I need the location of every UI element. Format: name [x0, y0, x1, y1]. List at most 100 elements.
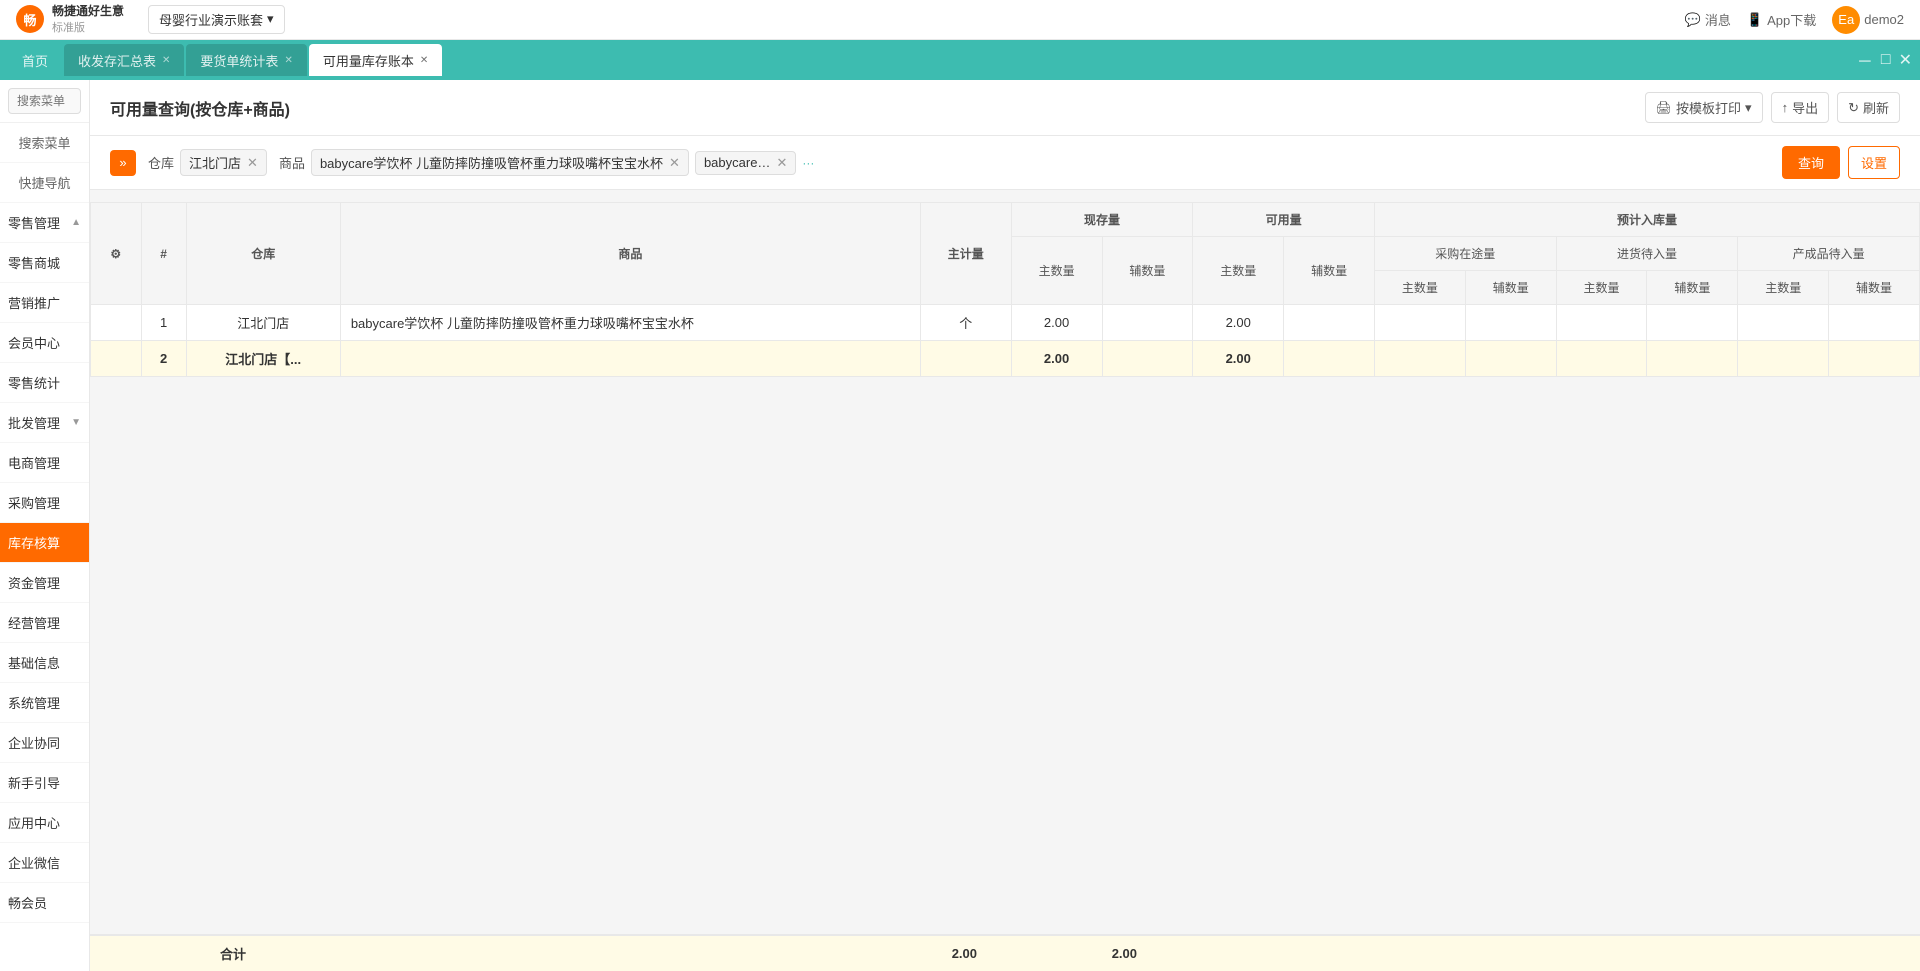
sidebar-item-operations-mgmt[interactable]: 经营管理 [0, 603, 89, 643]
maximize-btn[interactable]: □ [1881, 51, 1891, 69]
industry-selector[interactable]: 母婴行业演示账套 ▾ [148, 5, 285, 34]
row-num: 2 [141, 341, 186, 377]
tab-close-order-stats[interactable]: ✕ [284, 55, 292, 66]
logo-icon: 畅 [16, 5, 44, 33]
refresh-btn[interactable]: ↻ 刷新 [1837, 92, 1900, 123]
row-warehouse: 江北门店 [186, 305, 340, 341]
sidebar-search-area [0, 80, 89, 123]
tab-home[interactable]: 首页 [8, 44, 62, 76]
tab-receive-summary[interactable]: 收发存汇总表 ✕ [64, 44, 184, 76]
row-purchase-transit-aux [1465, 341, 1556, 377]
row-incoming-main [1556, 305, 1647, 341]
sidebar-item-basic-info[interactable]: 基础信息 [0, 643, 89, 683]
col-unit: 主计量 [920, 203, 1011, 305]
row-finished-aux [1829, 341, 1920, 377]
col-finished-aux: 辅数量 [1829, 271, 1920, 305]
col-purchase-transit-main: 主数量 [1374, 271, 1465, 305]
row-incoming-aux [1647, 341, 1738, 377]
row-finished-main [1738, 341, 1829, 377]
chevron-icon: ▼ [71, 417, 81, 428]
sidebar-item-member-vip[interactable]: 畅会员 [0, 883, 89, 923]
col-incoming-aux: 辅数量 [1647, 271, 1738, 305]
col-incoming-group: 进货待入量 [1556, 237, 1738, 271]
col-available-group: 可用量 [1193, 203, 1375, 237]
row-available-aux [1284, 305, 1375, 341]
sidebar-item-finance-mgmt[interactable]: 资金管理 [0, 563, 89, 603]
sidebar-item-member-center[interactable]: 会员中心 [0, 323, 89, 363]
top-bar: 畅 畅捷通好生意 标准版 母婴行业演示账套 ▾ 💬 消息 📱 App下载 Ea … [0, 0, 1920, 40]
filter-bar: » 仓库 江北门店 ✕ 商品 babycare学饮杯 儿童防摔防撞吸管杯重力球吸… [90, 136, 1920, 190]
top-bar-left: 畅 畅捷通好生意 标准版 母婴行业演示账套 ▾ [16, 4, 285, 34]
row-settings-icon [91, 305, 142, 341]
sidebar-item-retail-stats[interactable]: 零售统计 [0, 363, 89, 403]
col-purchase-transit-group: 采购在途量 [1374, 237, 1556, 271]
col-available-main: 主数量 [1193, 237, 1284, 305]
sidebar-item-inventory-check[interactable]: 库存核算 [0, 523, 89, 563]
col-stock-aux: 辅数量 [1102, 237, 1193, 305]
row-settings-icon [91, 341, 142, 377]
footer-label: 合计 [220, 944, 246, 963]
brand-sub: 标准版 [52, 19, 124, 35]
footer-available-main: 2.00 [1112, 946, 1137, 961]
main-layout: 搜索菜单 快捷导航 零售管理 ▲ 零售商城 营销推广 会员中心 零售统计 批发管… [0, 80, 1920, 971]
tab-close-receive-summary[interactable]: ✕ [162, 55, 170, 66]
col-finished-group: 产成品待入量 [1738, 237, 1920, 271]
sidebar-item-ecommerce-mgmt[interactable]: 电商管理 [0, 443, 89, 483]
settings-btn[interactable]: 设置 [1848, 146, 1900, 179]
row-available-aux [1284, 341, 1375, 377]
page-title: 可用量查询(按仓库+商品) [110, 96, 290, 120]
row-stock-aux [1102, 341, 1193, 377]
sidebar-item-purchase-mgmt[interactable]: 采购管理 [0, 483, 89, 523]
export-btn[interactable]: ↑ 导出 [1771, 92, 1830, 123]
product-filter: 商品 babycare学饮杯 儿童防摔防撞吸管杯重力球吸嘴杯宝宝水杯 ✕ bab… [279, 149, 814, 176]
sidebar-nav-search[interactable]: 搜索菜单 [0, 123, 89, 163]
brand-name: 畅捷通好生意 [52, 4, 124, 18]
tab-close-available-stock[interactable]: ✕ [420, 55, 428, 66]
sidebar-item-wholesale-mgmt[interactable]: 批发管理 ▼ [0, 403, 89, 443]
top-bar-right: 💬 消息 📱 App下载 Ea demo2 [1685, 6, 1904, 34]
query-btn[interactable]: 查询 [1782, 146, 1840, 179]
row-product [340, 341, 920, 377]
warehouse-tag-remove[interactable]: ✕ [247, 155, 258, 171]
message-btn[interactable]: 💬 消息 [1685, 10, 1731, 29]
sidebar-item-marketing[interactable]: 营销推广 [0, 283, 89, 323]
sidebar-item-retail-mgmt[interactable]: 零售管理 ▲ [0, 203, 89, 243]
sidebar: 搜索菜单 快捷导航 零售管理 ▲ 零售商城 营销推广 会员中心 零售统计 批发管… [0, 80, 90, 971]
filter-more-btn[interactable]: ··· [802, 156, 814, 170]
row-incoming-aux [1647, 305, 1738, 341]
row-available-main: 2.00 [1193, 305, 1284, 341]
product-tag-1-remove[interactable]: ✕ [669, 155, 680, 171]
sidebar-item-new-guide[interactable]: 新手引导 [0, 763, 89, 803]
col-stock-main: 主数量 [1011, 237, 1102, 305]
tab-available-stock[interactable]: 可用量库存账本 ✕ [309, 44, 442, 76]
row-finished-aux [1829, 305, 1920, 341]
warehouse-filter: 仓库 江北门店 ✕ [148, 149, 267, 176]
nav-tabs: 首页 收发存汇总表 ✕ 要货单统计表 ✕ 可用量库存账本 ✕ － □ ✕ [0, 40, 1920, 80]
sidebar-item-enterprise-wechat[interactable]: 企业微信 [0, 843, 89, 883]
tab-order-stats[interactable]: 要货单统计表 ✕ [186, 44, 306, 76]
user-profile[interactable]: Ea demo2 [1832, 6, 1904, 34]
sidebar-item-enterprise-collab[interactable]: 企业协同 [0, 723, 89, 763]
product-tag-2-remove[interactable]: ✕ [776, 155, 787, 171]
template-print-btn[interactable]: 🖨 按模板打印 ▾ [1645, 92, 1763, 123]
row-purchase-transit-main [1374, 305, 1465, 341]
sidebar-nav-shortcuts[interactable]: 快捷导航 [0, 163, 89, 203]
col-settings: ⚙ [91, 203, 142, 305]
sidebar-item-sys-mgmt[interactable]: 系统管理 [0, 683, 89, 723]
close-btn[interactable]: ✕ [1899, 50, 1912, 70]
row-available-main: 2.00 [1193, 341, 1284, 377]
row-product: babycare学饮杯 儿童防摔防撞吸管杯重力球吸嘴杯宝宝水杯 [340, 305, 920, 341]
search-input[interactable] [8, 88, 81, 114]
sidebar-item-retail-mall[interactable]: 零售商城 [0, 243, 89, 283]
minimize-btn[interactable]: － [1857, 48, 1873, 72]
content-area: 可用量查询(按仓库+商品) 🖨 按模板打印 ▾ ↑ 导出 ↻ 刷新 [90, 80, 1920, 971]
warehouse-tag: 江北门店 ✕ [180, 149, 267, 176]
app-download-btn[interactable]: 📱 App下载 [1747, 10, 1816, 29]
col-warehouse: 仓库 [186, 203, 340, 305]
col-stock-group: 现存量 [1011, 203, 1193, 237]
filter-expand-btn[interactable]: » [110, 150, 136, 176]
brand-info: 畅捷通好生意 标准版 [52, 4, 124, 34]
product-tag-2: babycare… ✕ [695, 151, 796, 175]
row-num: 1 [141, 305, 186, 341]
sidebar-item-app-center[interactable]: 应用中心 [0, 803, 89, 843]
